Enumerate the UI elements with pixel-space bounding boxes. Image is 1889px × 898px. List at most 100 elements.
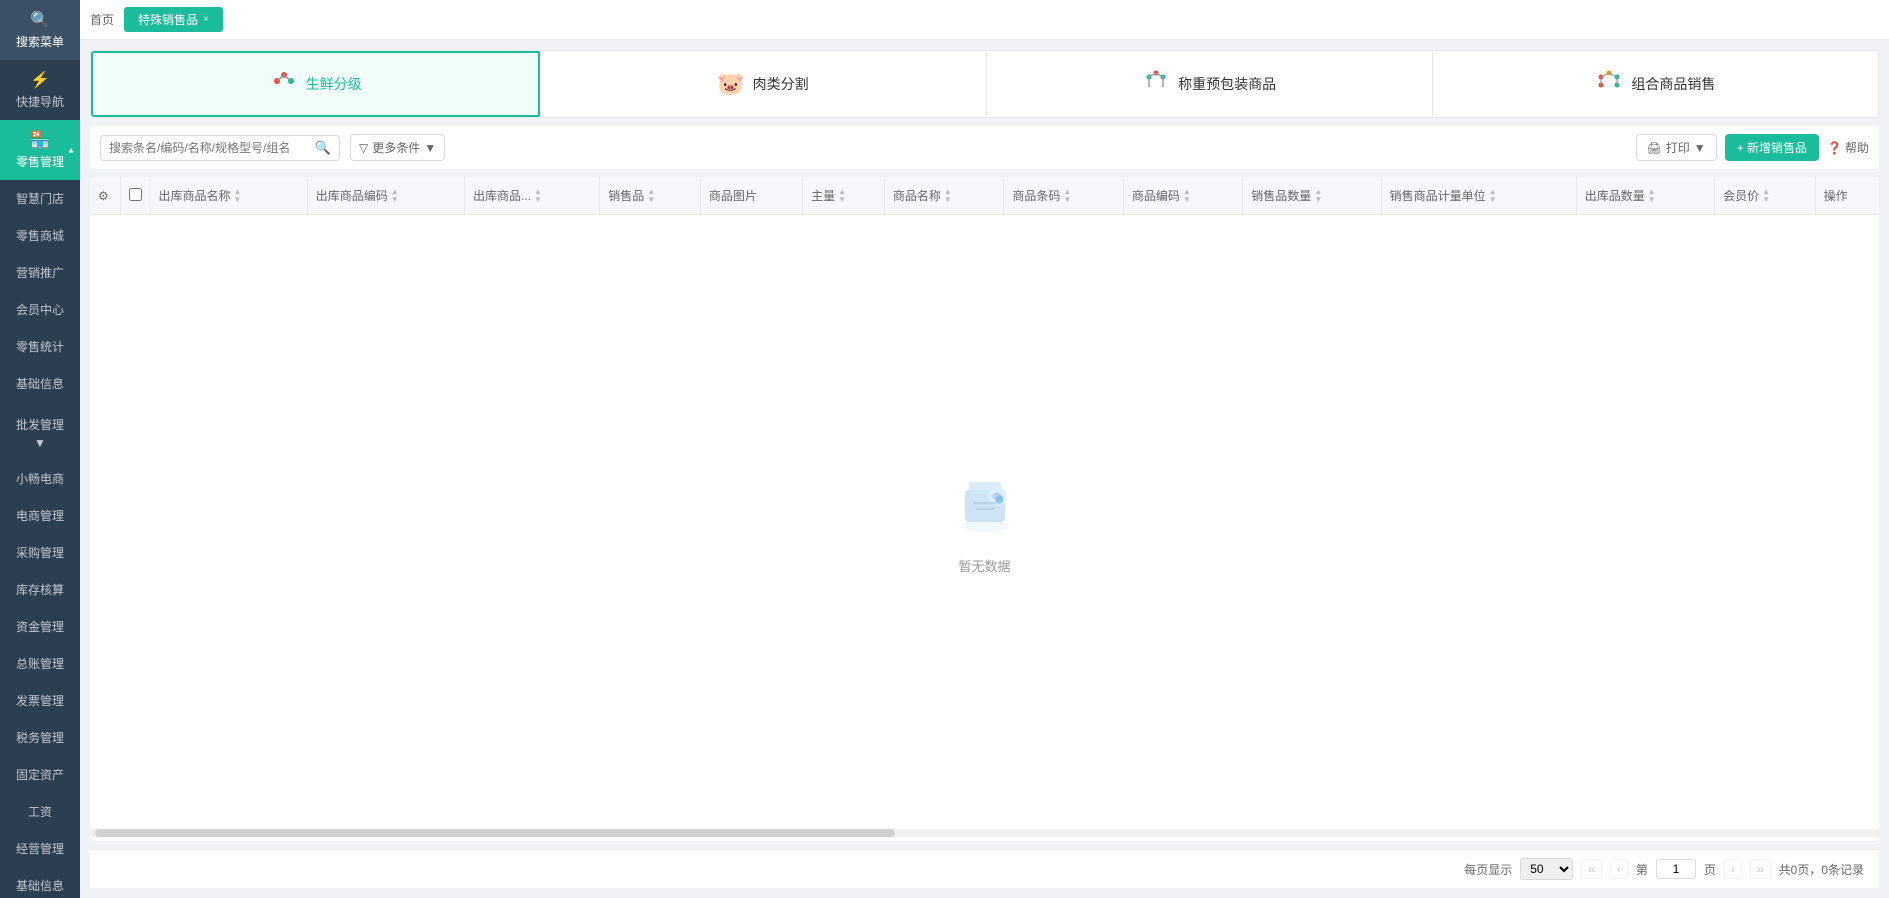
th-barcode[interactable]: 商品条码 ▲▼ — [1004, 177, 1123, 215]
sidebar-item-salary[interactable]: 工资 — [0, 793, 80, 830]
horizontal-scrollbar[interactable] — [90, 829, 1879, 837]
scroll-thumb[interactable] — [95, 829, 895, 837]
sidebar-item-quick-nav[interactable]: ⚡ 快捷导航 — [0, 60, 80, 120]
sidebar-item-ops-mgmt[interactable]: 经营管理 — [0, 830, 80, 867]
data-table: ⚙ 出库商品名称 ▲▼ 出库 — [90, 177, 1879, 215]
meat-cut-icon: 🐷 — [717, 71, 744, 97]
th-sales-unit[interactable]: 销售商品计量单位 ▲▼ — [1381, 177, 1576, 215]
content-area: 生鲜分级 🐷 肉类分割 称重预包 — [80, 40, 1889, 898]
search-icon: 🔍 — [30, 10, 50, 30]
sidebar-item-fixed-assets[interactable]: 固定资产 — [0, 756, 80, 793]
th-member-price[interactable]: 会员价 ▲▼ — [1715, 177, 1816, 215]
empty-illustration — [945, 466, 1025, 546]
print-button[interactable]: 🖨 打印 ▼ — [1636, 134, 1717, 161]
close-tab-icon[interactable]: × — [203, 14, 209, 25]
toolbar-right: 🖨 打印 ▼ + 新增销售品 ❓ 帮助 — [1636, 134, 1869, 161]
add-button[interactable]: + 新增销售品 — [1725, 134, 1819, 161]
sidebar-item-label: 会员中心 — [16, 301, 64, 318]
th-product-code[interactable]: 商品编码 ▲▼ — [1123, 177, 1242, 215]
sort-arrows-member-price[interactable]: ▲▼ — [1762, 188, 1770, 204]
sidebar-item-label: 快捷导航 — [16, 93, 64, 110]
sort-arrows-outlet-name[interactable]: ▲▼ — [234, 188, 242, 204]
sidebar-item-label: 经营管理 — [16, 840, 64, 857]
total-records-label: 共0页，0条记录 — [1779, 861, 1864, 878]
col-outlet-code-label: 出库商品编码 — [316, 187, 388, 204]
next-page-button[interactable]: › — [1724, 859, 1742, 879]
sidebar-item-inventory[interactable]: 库存核算 — [0, 571, 80, 608]
select-all-checkbox[interactable] — [129, 188, 142, 201]
table-container: ⚙ 出库商品名称 ▲▼ 出库 — [90, 177, 1879, 841]
tab-weight-prepack[interactable]: 称重预包装商品 — [987, 51, 1433, 117]
sort-arrows-product-code[interactable]: ▲▼ — [1183, 188, 1191, 204]
sort-arrows-outlet-code[interactable]: ▲▼ — [391, 188, 399, 204]
sidebar-item-label: 工资 — [28, 803, 52, 820]
sidebar-item-label: 固定资产 — [16, 766, 64, 783]
weight-prepack-icon — [1142, 67, 1170, 101]
sidebar-item-member-center[interactable]: 会员中心 — [0, 291, 80, 328]
sidebar-item-ecomm-mgmt[interactable]: 电商管理 — [0, 497, 80, 534]
empty-state: 暂无数据 — [90, 215, 1879, 825]
first-page-button[interactable]: « — [1581, 859, 1602, 879]
filter-button[interactable]: ▽ 更多条件 ▼ — [350, 134, 445, 161]
home-link[interactable]: 首页 — [90, 11, 114, 28]
sort-arrows-product-name[interactable]: ▲▼ — [944, 188, 952, 204]
th-checkbox[interactable] — [120, 177, 150, 215]
sidebar-item-retail-mgmt[interactable]: 🏪 零售管理 — [0, 120, 80, 180]
sidebar-item-sales-promo[interactable]: 营销推广 — [0, 254, 80, 291]
sidebar-item-basic-info[interactable]: 基础信息 — [0, 365, 80, 402]
filter-arrow-icon: ▼ — [424, 141, 436, 155]
sort-arrows-sales-unit[interactable]: ▲▼ — [1489, 188, 1497, 204]
col-outlet-qty-label: 出库品数量 — [1585, 187, 1645, 204]
sort-arrows-outlet-type[interactable]: ▲▼ — [534, 188, 542, 204]
th-outlet-name[interactable]: 出库商品名称 ▲▼ — [150, 177, 307, 215]
search-box[interactable]: 🔍 — [100, 135, 340, 161]
th-outlet-type[interactable]: 出库商品... ▲▼ — [465, 177, 600, 215]
sidebar-item-basic-info2[interactable]: 基础信息 — [0, 867, 80, 898]
search-input[interactable] — [109, 141, 310, 155]
sort-arrows-barcode[interactable]: ▲▼ — [1063, 188, 1071, 204]
col-barcode-label: 商品条码 — [1012, 187, 1060, 204]
last-page-button[interactable]: » — [1750, 859, 1771, 879]
th-sales-qty[interactable]: 销售品数量 ▲▼ — [1243, 177, 1381, 215]
sidebar-item-wholesale-mgmt[interactable]: 批发管理 — [0, 406, 80, 460]
sidebar-item-label: 发票管理 — [16, 692, 64, 709]
col-weight-label: 主量 — [811, 187, 835, 204]
tab-fresh-grade[interactable]: 生鲜分级 — [91, 51, 540, 117]
col-sales-qty-label: 销售品数量 — [1251, 187, 1311, 204]
sidebar-item-label: 库存核算 — [16, 581, 64, 598]
page-input[interactable] — [1656, 859, 1696, 879]
sidebar-item-mini-ecomm[interactable]: 小畅电商 — [0, 460, 80, 497]
th-product-name[interactable]: 商品名称 ▲▼ — [884, 177, 1003, 215]
search-icon[interactable]: 🔍 — [315, 140, 331, 156]
sidebar-item-tax-mgmt[interactable]: 税务管理 — [0, 719, 80, 756]
th-outlet-code[interactable]: 出库商品编码 ▲▼ — [307, 177, 464, 215]
tab-combo-sales[interactable]: 组合商品销售 — [1433, 51, 1878, 117]
th-weight[interactable]: 主量 ▲▼ — [803, 177, 885, 215]
sidebar-item-general-ledger[interactable]: 总账管理 — [0, 645, 80, 682]
sidebar-item-retail-mall[interactable]: 零售商城 — [0, 217, 80, 254]
flash-icon: ⚡ — [30, 70, 50, 90]
sidebar-item-label: 采购管理 — [16, 544, 64, 561]
th-settings[interactable]: ⚙ — [90, 177, 120, 215]
tab-fresh-grade-label: 生鲜分级 — [306, 74, 362, 94]
sort-arrows-sales-qty[interactable]: ▲▼ — [1314, 188, 1322, 204]
active-tab[interactable]: 特殊销售品 × — [124, 7, 223, 32]
help-button[interactable]: ❓ 帮助 — [1827, 139, 1869, 156]
sidebar-item-smart-store[interactable]: 智慧门店 — [0, 180, 80, 217]
th-sales-item[interactable]: 销售品 ▲▼ — [600, 177, 701, 215]
th-outlet-qty[interactable]: 出库品数量 ▲▼ — [1576, 177, 1714, 215]
col-product-name-label: 商品名称 — [893, 187, 941, 204]
tab-meat-cut[interactable]: 🐷 肉类分割 — [540, 51, 986, 117]
prev-page-button[interactable]: ‹ — [1610, 859, 1628, 879]
per-page-select[interactable]: 10 20 50 100 — [1520, 858, 1573, 880]
sidebar-item-search[interactable]: 🔍 搜索菜单 — [0, 0, 80, 60]
sidebar-item-label: 零售管理 — [16, 153, 64, 170]
sort-arrows-weight[interactable]: ▲▼ — [838, 188, 846, 204]
sidebar-item-label: 电商管理 — [16, 507, 64, 524]
sort-arrows-outlet-qty[interactable]: ▲▼ — [1648, 188, 1656, 204]
sidebar-item-retail-stats[interactable]: 零售统计 — [0, 328, 80, 365]
sidebar-item-invoice-mgmt[interactable]: 发票管理 — [0, 682, 80, 719]
sidebar-item-finance[interactable]: 资金管理 — [0, 608, 80, 645]
sidebar-item-purchase-mgmt[interactable]: 采购管理 — [0, 534, 80, 571]
sort-arrows-sales-item[interactable]: ▲▼ — [647, 188, 655, 204]
